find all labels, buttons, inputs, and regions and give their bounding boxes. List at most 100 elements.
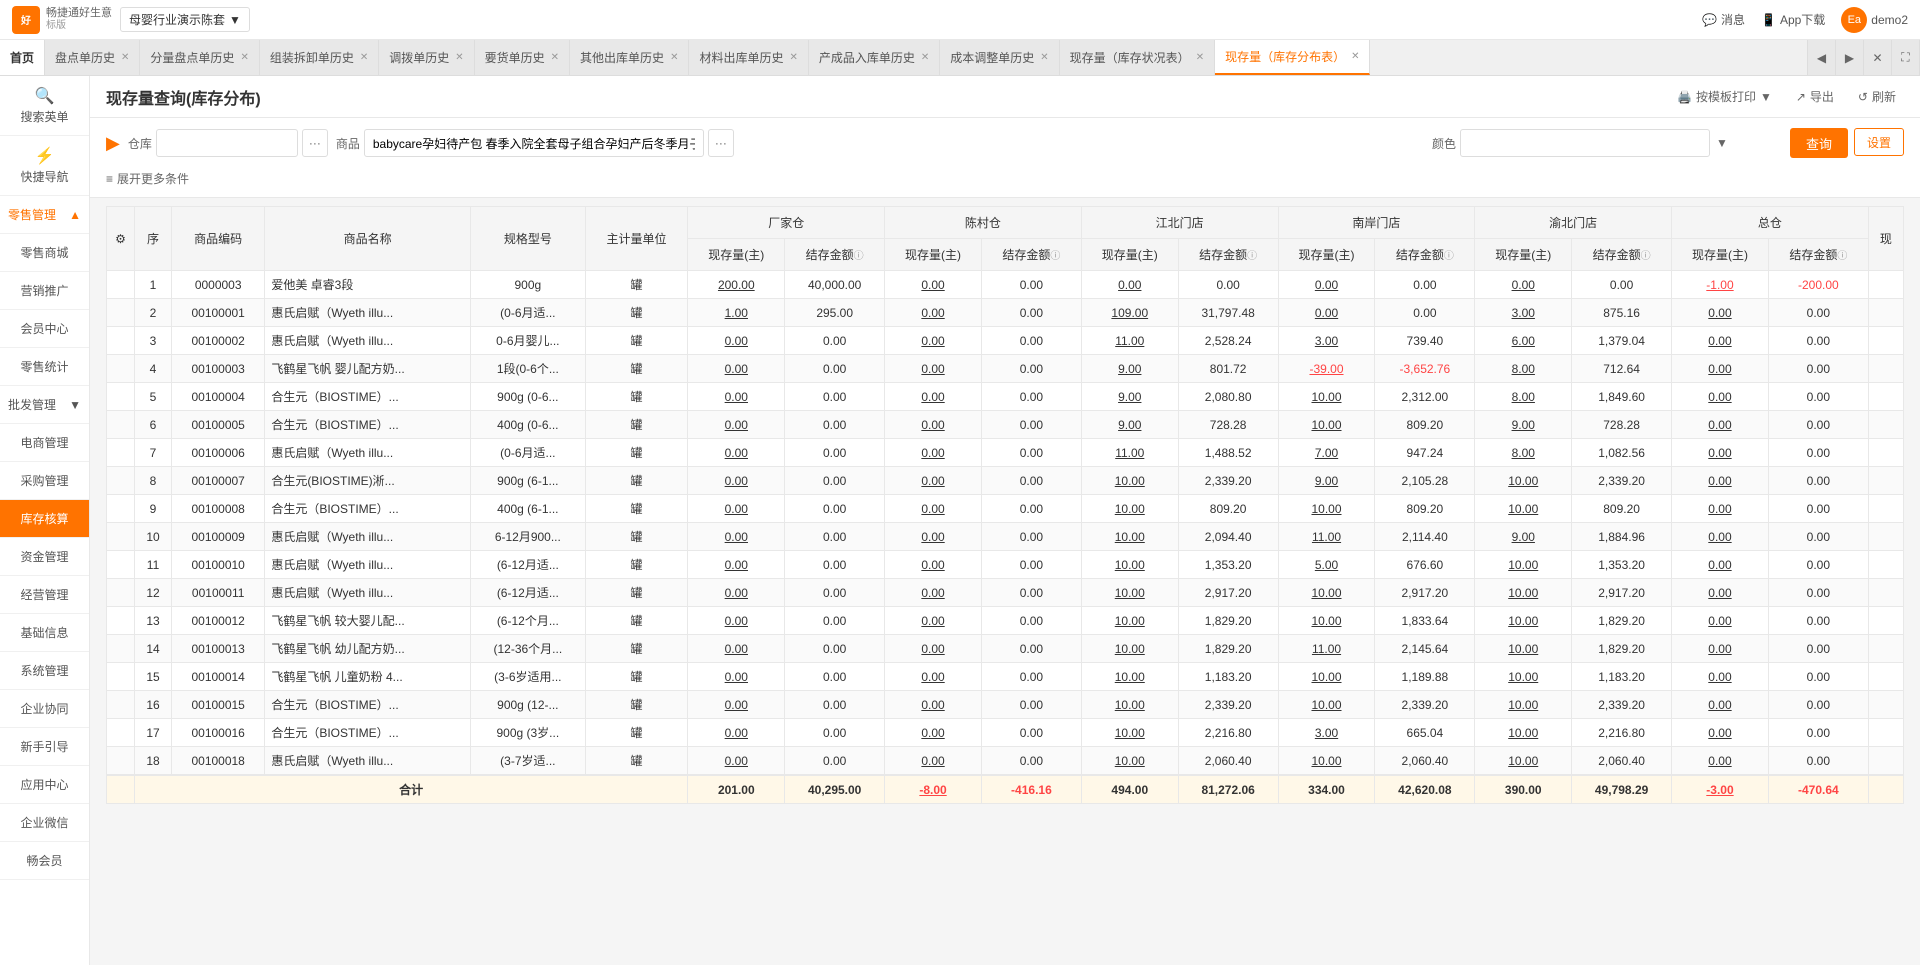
row-t-qty[interactable]: 0.00 xyxy=(1672,327,1769,355)
row-jb-qty[interactable]: 9.00 xyxy=(1081,383,1178,411)
row-na-qty[interactable]: 10.00 xyxy=(1278,691,1375,719)
tab-product-in[interactable]: 产成品入库单历史 ✕ xyxy=(809,40,940,75)
row-t-qty[interactable]: 0.00 xyxy=(1672,411,1769,439)
sidebar-item-purchase[interactable]: 采购管理 xyxy=(0,462,89,500)
row-cl-qty[interactable]: 0.00 xyxy=(885,635,982,663)
row-t-qty[interactable]: 0.00 xyxy=(1672,747,1769,776)
row-jb-qty[interactable]: 10.00 xyxy=(1081,747,1178,776)
row-na-qty[interactable]: -39.00 xyxy=(1278,355,1375,383)
tab-transfer[interactable]: 调拨单历史 ✕ xyxy=(379,40,474,75)
sidebar-item-wechat[interactable]: 企业微信 xyxy=(0,804,89,842)
row-t-qty[interactable]: 0.00 xyxy=(1672,691,1769,719)
row-cl-qty[interactable]: 0.00 xyxy=(885,411,982,439)
row-f-qty[interactable]: 0.00 xyxy=(688,467,785,495)
row-t-qty[interactable]: -1.00 xyxy=(1672,271,1769,299)
row-f-qty[interactable]: 0.00 xyxy=(688,691,785,719)
row-cl-qty[interactable]: 0.00 xyxy=(885,719,982,747)
row-jb-qty[interactable]: 10.00 xyxy=(1081,551,1178,579)
row-cl-qty[interactable]: 0.00 xyxy=(885,467,982,495)
sidebar-item-retail-mall[interactable]: 零售商城 xyxy=(0,234,89,272)
info-icon[interactable]: ⓘ xyxy=(1837,251,1847,262)
row-jb-qty[interactable]: 11.00 xyxy=(1081,439,1178,467)
row-cl-qty[interactable]: 0.00 xyxy=(885,495,982,523)
row-na-qty[interactable]: 0.00 xyxy=(1278,299,1375,327)
row-yb-qty[interactable]: 10.00 xyxy=(1475,635,1572,663)
row-cl-qty[interactable]: 0.00 xyxy=(885,327,982,355)
tab-inventory-split[interactable]: 分量盘点单历史 ✕ xyxy=(140,40,259,75)
row-cl-qty[interactable]: 0.00 xyxy=(885,579,982,607)
row-jb-qty[interactable]: 11.00 xyxy=(1081,327,1178,355)
tab-home[interactable]: 首页 xyxy=(0,40,45,75)
row-f-qty[interactable]: 1.00 xyxy=(688,299,785,327)
row-yb-qty[interactable]: 10.00 xyxy=(1475,579,1572,607)
user-area[interactable]: Ea demo2 xyxy=(1841,7,1908,33)
close-icon[interactable]: ✕ xyxy=(360,52,368,63)
row-cl-qty[interactable]: 0.00 xyxy=(885,383,982,411)
row-na-qty[interactable]: 10.00 xyxy=(1278,607,1375,635)
sidebar-item-finance[interactable]: 资金管理 xyxy=(0,538,89,576)
row-na-qty[interactable]: 3.00 xyxy=(1278,719,1375,747)
row-yb-qty[interactable]: 8.00 xyxy=(1475,383,1572,411)
tab-close-btn[interactable]: ✕ xyxy=(1864,40,1892,76)
row-yb-qty[interactable]: 10.00 xyxy=(1475,551,1572,579)
row-yb-qty[interactable]: 10.00 xyxy=(1475,691,1572,719)
row-cl-qty[interactable]: 0.00 xyxy=(885,439,982,467)
row-t-qty[interactable]: 0.00 xyxy=(1672,299,1769,327)
row-f-qty[interactable]: 0.00 xyxy=(688,607,785,635)
row-yb-qty[interactable]: 3.00 xyxy=(1475,299,1572,327)
row-cl-qty[interactable]: 0.00 xyxy=(885,691,982,719)
row-na-qty[interactable]: 10.00 xyxy=(1278,663,1375,691)
sidebar-item-marketing[interactable]: 营销推广 xyxy=(0,272,89,310)
close-icon[interactable]: ✕ xyxy=(1351,51,1359,62)
row-f-qty[interactable]: 0.00 xyxy=(688,551,785,579)
row-t-qty[interactable]: 0.00 xyxy=(1672,383,1769,411)
message-btn[interactable]: 💬 消息 xyxy=(1702,11,1745,28)
row-t-qty[interactable]: 0.00 xyxy=(1672,467,1769,495)
row-t-qty[interactable]: 0.00 xyxy=(1672,495,1769,523)
row-cl-qty[interactable]: 0.00 xyxy=(885,607,982,635)
expand-toggle-icon[interactable]: ▶ xyxy=(106,133,120,154)
row-yb-qty[interactable]: 8.00 xyxy=(1475,355,1572,383)
row-jb-qty[interactable]: 10.00 xyxy=(1081,607,1178,635)
row-jb-qty[interactable]: 10.00 xyxy=(1081,523,1178,551)
sidebar-item-member[interactable]: 会员中心 xyxy=(0,310,89,348)
close-icon[interactable]: ✕ xyxy=(1040,52,1048,63)
row-t-qty[interactable]: 0.00 xyxy=(1672,551,1769,579)
row-f-qty[interactable]: 0.00 xyxy=(688,411,785,439)
row-jb-qty[interactable]: 9.00 xyxy=(1081,355,1178,383)
row-na-qty[interactable]: 10.00 xyxy=(1278,495,1375,523)
row-na-qty[interactable]: 5.00 xyxy=(1278,551,1375,579)
tab-requisition[interactable]: 要货单历史 ✕ xyxy=(475,40,570,75)
export-btn[interactable]: ↗ 导出 xyxy=(1788,84,1842,109)
row-na-qty[interactable]: 10.00 xyxy=(1278,411,1375,439)
print-btn[interactable]: 🖨️ 按模板打印 ▼ xyxy=(1669,84,1780,109)
row-na-qty[interactable]: 11.00 xyxy=(1278,523,1375,551)
close-icon[interactable]: ✕ xyxy=(551,52,559,63)
sidebar-item-system[interactable]: 系统管理 xyxy=(0,652,89,690)
row-yb-qty[interactable]: 9.00 xyxy=(1475,411,1572,439)
sidebar-item-retail-stats[interactable]: 零售统计 xyxy=(0,348,89,386)
sidebar-item-nav[interactable]: ⚡ 快捷导航 xyxy=(0,136,89,196)
warehouse-pick-btn[interactable]: ··· xyxy=(302,129,328,157)
row-jb-qty[interactable]: 10.00 xyxy=(1081,467,1178,495)
close-icon[interactable]: ✕ xyxy=(455,52,463,63)
close-icon[interactable]: ✕ xyxy=(1196,52,1204,63)
row-t-qty[interactable]: 0.00 xyxy=(1672,579,1769,607)
close-icon[interactable]: ✕ xyxy=(121,52,129,63)
product-pick-btn[interactable]: ··· xyxy=(708,129,734,157)
sidebar-item-guide[interactable]: 新手引导 xyxy=(0,728,89,766)
row-jb-qty[interactable]: 9.00 xyxy=(1081,411,1178,439)
sidebar-item-wholesale[interactable]: 批发管理 ▼ xyxy=(0,386,89,424)
sidebar-item-member2[interactable]: 畅会员 xyxy=(0,842,89,880)
row-cl-qty[interactable]: 0.00 xyxy=(885,523,982,551)
row-yb-qty[interactable]: 10.00 xyxy=(1475,467,1572,495)
row-f-qty[interactable]: 0.00 xyxy=(688,747,785,776)
expand-more-btn[interactable]: ≡ 展开更多条件 xyxy=(106,170,189,187)
row-cl-qty[interactable]: 0.00 xyxy=(885,355,982,383)
row-f-qty[interactable]: 0.00 xyxy=(688,355,785,383)
row-yb-qty[interactable]: 9.00 xyxy=(1475,523,1572,551)
row-jb-qty[interactable]: 10.00 xyxy=(1081,579,1178,607)
row-jb-qty[interactable]: 10.00 xyxy=(1081,663,1178,691)
row-f-qty[interactable]: 0.00 xyxy=(688,579,785,607)
sidebar-item-ecommerce[interactable]: 电商管理 xyxy=(0,424,89,462)
